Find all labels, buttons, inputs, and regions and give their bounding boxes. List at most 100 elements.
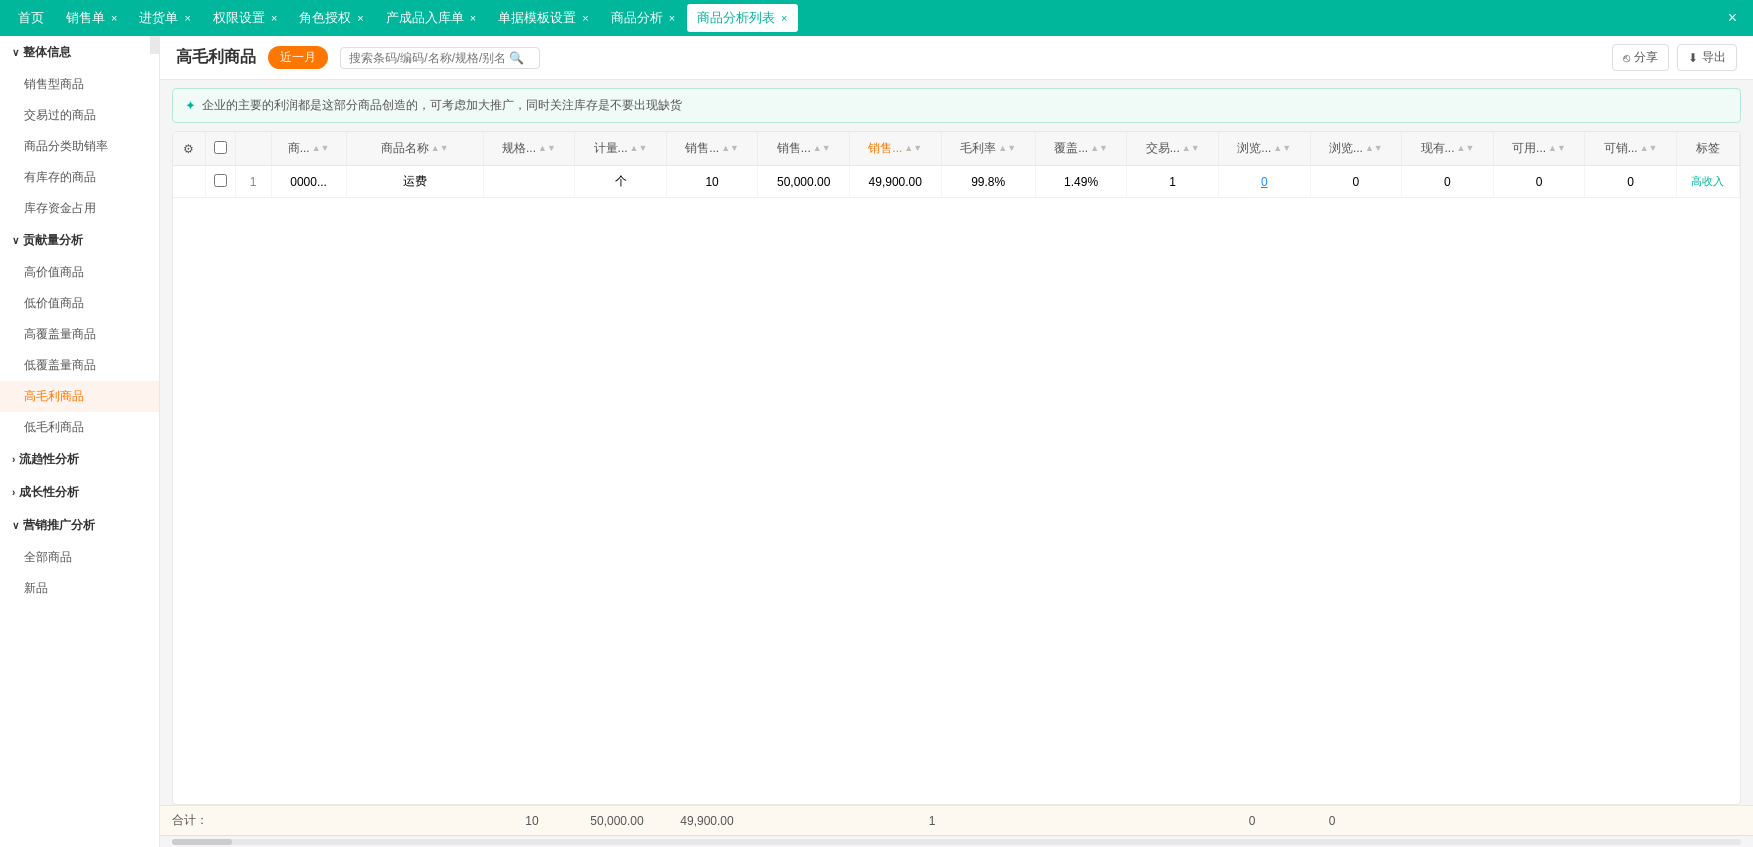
select-all-checkbox[interactable]	[214, 141, 227, 154]
td-browse1[interactable]: 0	[1218, 166, 1310, 198]
search-box: 🔍	[340, 47, 540, 69]
tab-permissions[interactable]: 权限设置 ×	[203, 4, 287, 32]
sort-icon-8: ▲▼	[998, 144, 1016, 153]
bottom-scrollbar[interactable]	[160, 835, 1753, 847]
data-table: ⚙ 商...▲▼ 商品名称▲▼ 规格...▲▼ 计量.	[173, 132, 1740, 198]
browse1-link[interactable]: 0	[1261, 175, 1268, 189]
sidebar-item-stock-capital[interactable]: 库存资金占用	[0, 193, 159, 224]
sidebar-item-low-value[interactable]: 低价值商品	[0, 288, 159, 319]
sidebar-group-marketing[interactable]: ∨ 营销推广分析	[0, 509, 159, 542]
th-current[interactable]: 现有...▲▼	[1402, 132, 1494, 166]
data-table-wrapper: ⚙ 商...▲▼ 商品名称▲▼ 规格...▲▼ 计量.	[172, 131, 1741, 805]
sidebar-item-sales-goods[interactable]: 销售型商品	[0, 69, 159, 100]
sidebar-item-traded-goods[interactable]: 交易过的商品	[0, 100, 159, 131]
sidebar-item-stock-goods[interactable]: 有库存的商品	[0, 162, 159, 193]
sidebar-item-high-coverage[interactable]: 高覆盖量商品	[0, 319, 159, 350]
close-tab-analysis[interactable]: ×	[669, 12, 675, 24]
top-navigation: 首页 销售单 × 进货单 × 权限设置 × 角色授权 × 产成品入库单 × 单据…	[0, 0, 1753, 36]
sort-icon-9: ▲▼	[1090, 144, 1108, 153]
content-header: 高毛利商品 近一月 🔍 ⎋ 分享 ⬇ 导出	[160, 36, 1753, 80]
td-available: 0	[1493, 166, 1585, 198]
footer-saleable: 0	[1292, 814, 1372, 828]
export-button[interactable]: ⬇ 导出	[1677, 44, 1737, 71]
sidebar-collapse-button[interactable]: 《	[150, 36, 160, 54]
td-sales-amt: 50,000.00	[758, 166, 850, 198]
th-checkbox[interactable]	[205, 132, 235, 166]
sort-icon-12: ▲▼	[1365, 144, 1383, 153]
sidebar-group-trend[interactable]: › 流趋性分析	[0, 443, 159, 476]
tab-home[interactable]: 首页	[8, 4, 54, 32]
header-actions: ⎋ 分享 ⬇ 导出	[1612, 44, 1737, 71]
sidebar-item-low-coverage[interactable]: 低覆盖量商品	[0, 350, 159, 381]
scrollbar-track[interactable]	[172, 839, 1741, 845]
th-trade[interactable]: 交易...▲▼	[1127, 132, 1219, 166]
td-name: 运费	[346, 166, 483, 198]
th-spec[interactable]: 规格...▲▼	[483, 132, 575, 166]
footer-available: 0	[1212, 814, 1292, 828]
info-icon: ✦	[185, 98, 196, 113]
sidebar-group-growth[interactable]: › 成长性分析	[0, 476, 159, 509]
sidebar-group-contribution[interactable]: ∨ 贡献量分析	[0, 224, 159, 257]
tab-roles[interactable]: 角色授权 ×	[289, 4, 373, 32]
table-header-row: ⚙ 商...▲▼ 商品名称▲▼ 规格...▲▼ 计量.	[173, 132, 1740, 166]
sidebar-item-category-rate[interactable]: 商品分类助销率	[0, 131, 159, 162]
th-sales-cost[interactable]: 销售...▲▼	[849, 132, 941, 166]
close-tab-product-inbound[interactable]: ×	[470, 12, 476, 24]
filter-recent-month-button[interactable]: 近一月	[268, 46, 328, 69]
arrow-icon-5: ∨	[12, 520, 19, 531]
td-browse2: 0	[1310, 166, 1402, 198]
sidebar-item-high-value[interactable]: 高价值商品	[0, 257, 159, 288]
sidebar-item-high-margin[interactable]: 高毛利商品	[0, 381, 159, 412]
th-code[interactable]: 商...▲▼	[271, 132, 346, 166]
td-coverage: 1.49%	[1035, 166, 1127, 198]
main-layout: 《 ∨ 整体信息 销售型商品 交易过的商品 商品分类助销率 有库存的商品 库存资…	[0, 36, 1753, 847]
close-all-tabs[interactable]: ×	[1720, 9, 1745, 27]
sidebar-item-low-margin[interactable]: 低毛利商品	[0, 412, 159, 443]
th-sales-qty[interactable]: 销售...▲▼	[666, 132, 758, 166]
row-checkbox[interactable]	[214, 174, 227, 187]
search-icon[interactable]: 🔍	[509, 51, 524, 65]
tab-product-inbound[interactable]: 产成品入库单 ×	[376, 4, 486, 32]
td-unit: 个	[575, 166, 667, 198]
th-sales-amt[interactable]: 销售...▲▼	[758, 132, 850, 166]
close-tab-permissions[interactable]: ×	[271, 12, 277, 24]
sidebar-group-overall[interactable]: ∨ 整体信息	[0, 36, 159, 69]
th-tag[interactable]: 标签	[1676, 132, 1739, 166]
th-browse1[interactable]: 浏览...▲▼	[1218, 132, 1310, 166]
close-tab-template[interactable]: ×	[582, 12, 588, 24]
content-area: 高毛利商品 近一月 🔍 ⎋ 分享 ⬇ 导出 ✦ 企业的主要的利润都是这部分商品创…	[160, 36, 1753, 847]
close-tab-sales[interactable]: ×	[111, 12, 117, 24]
arrow-icon-3: ›	[12, 454, 15, 465]
scrollbar-thumb[interactable]	[172, 839, 232, 845]
tab-analysis-list[interactable]: 商品分析列表 ×	[687, 4, 797, 32]
search-input[interactable]	[349, 51, 509, 65]
tab-template[interactable]: 单据模板设置 ×	[488, 4, 598, 32]
td-num: 1	[235, 166, 271, 198]
tab-sales[interactable]: 销售单 ×	[56, 4, 127, 32]
sort-icon: ▲▼	[312, 144, 330, 153]
arrow-icon-2: ∨	[12, 235, 19, 246]
sort-icon-10: ▲▼	[1182, 144, 1200, 153]
close-tab-purchase[interactable]: ×	[184, 12, 190, 24]
th-settings[interactable]: ⚙	[173, 132, 205, 166]
th-browse2[interactable]: 浏览...▲▼	[1310, 132, 1402, 166]
th-coverage[interactable]: 覆盖...▲▼	[1035, 132, 1127, 166]
share-icon: ⎋	[1623, 51, 1630, 65]
share-button[interactable]: ⎋ 分享	[1612, 44, 1669, 71]
th-available[interactable]: 可用...▲▼	[1493, 132, 1585, 166]
th-saleable[interactable]: 可销...▲▼	[1585, 132, 1677, 166]
tab-purchase[interactable]: 进货单 ×	[129, 4, 200, 32]
sidebar-item-new-goods[interactable]: 新品	[0, 573, 159, 604]
sidebar-item-all-goods[interactable]: 全部商品	[0, 542, 159, 573]
sidebar: 《 ∨ 整体信息 销售型商品 交易过的商品 商品分类助销率 有库存的商品 库存资…	[0, 36, 160, 847]
sort-icon-13: ▲▼	[1457, 144, 1475, 153]
close-tab-roles[interactable]: ×	[357, 12, 363, 24]
th-name[interactable]: 商品名称▲▼	[346, 132, 483, 166]
footer-label: 合计：	[172, 812, 492, 829]
footer-sales-amt: 50,000.00	[572, 814, 662, 828]
th-unit[interactable]: 计量...▲▼	[575, 132, 667, 166]
tab-analysis[interactable]: 商品分析 ×	[601, 4, 685, 32]
th-gross-rate[interactable]: 毛利率▲▼	[941, 132, 1035, 166]
td-checkbox[interactable]	[205, 166, 235, 198]
close-tab-analysis-list[interactable]: ×	[781, 12, 787, 24]
